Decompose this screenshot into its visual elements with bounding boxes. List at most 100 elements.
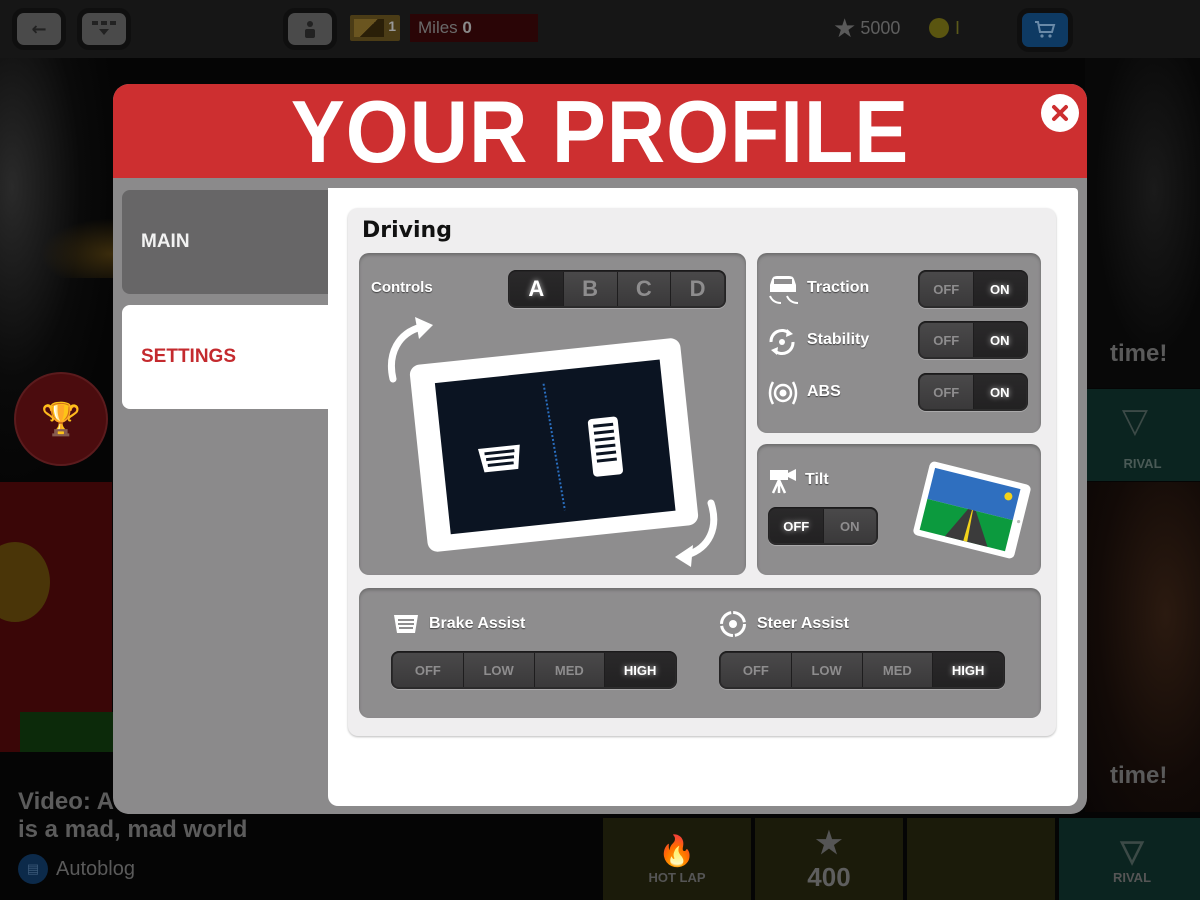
controls-panel: Controls A B C D [359, 253, 746, 575]
abs-icon [768, 381, 798, 405]
traction-off[interactable]: OFF [920, 272, 974, 306]
level-badge: 1 [350, 15, 400, 41]
rival-tile[interactable]: ▽ RIVAL [1085, 389, 1200, 481]
rival-icon: ▽ [1120, 834, 1144, 868]
modal-header: YOUR PROFILE [113, 84, 1087, 181]
brake-assist-selector: OFF LOW MED HIGH [391, 651, 677, 689]
gas-pedal-icon [587, 416, 624, 477]
close-icon [1052, 105, 1068, 121]
trophy-badge-icon: 🏆 [14, 372, 108, 466]
news-headline-line2: is a mad, mad world [18, 816, 248, 843]
menu-dropdown-icon [92, 21, 116, 35]
brake-assist-low[interactable]: LOW [463, 653, 535, 687]
miles-counter: Miles 0 [410, 14, 538, 42]
camera-tripod-icon [770, 469, 796, 494]
traction-on[interactable]: ON [973, 272, 1026, 306]
tab-main[interactable]: MAIN [122, 190, 332, 294]
profile-icon [305, 21, 315, 38]
event-time-text: time! [1110, 340, 1168, 367]
hot-lap-tile[interactable]: 🔥 HOT LAP [603, 818, 751, 900]
tilt-off[interactable]: OFF [770, 509, 824, 543]
controls-tablet-illustration [388, 317, 718, 567]
coin-icon [929, 18, 949, 38]
traction-icon [769, 276, 799, 304]
tilt-label: Tilt [805, 471, 829, 488]
background-news-card[interactable] [0, 482, 120, 752]
abs-label: ABS [807, 383, 841, 400]
coins-value: I [955, 18, 961, 38]
stars-value: 5000 [860, 18, 901, 38]
miles-label: Miles [418, 18, 458, 37]
brake-assist-med[interactable]: MED [534, 653, 606, 687]
tablet-icon [409, 338, 699, 552]
hot-lap-label: HOT LAP [648, 869, 706, 885]
game-screen: ← 1 Miles 0 ★ 5000 I 🏆 time! ▽ RIVAL tim… [0, 0, 1200, 900]
coins-counter: I [929, 14, 960, 42]
steer-assist-off[interactable]: OFF [721, 653, 792, 687]
profile-button[interactable] [288, 13, 332, 45]
rival-label: RIVAL [1123, 456, 1162, 471]
stars-counter: ★ 5000 [833, 14, 900, 42]
event-time-text-2: time! [1110, 762, 1168, 789]
stability-label: Stability [807, 331, 870, 348]
steer-assist-high[interactable]: HIGH [933, 653, 1003, 687]
brake-pedal-icon [477, 444, 520, 473]
traction-toggle: OFF ON [918, 270, 1028, 308]
tilt-tablet-illustration [913, 461, 1031, 559]
tilt-panel: Tilt OFF ON [757, 444, 1041, 575]
news-source: ▤ Autoblog [18, 854, 135, 884]
assist-toggles-panel: Traction OFF ON Stability OFF ON ABS OFF… [757, 253, 1041, 433]
back-button[interactable]: ← [17, 13, 61, 45]
steer-assist-low[interactable]: LOW [791, 653, 863, 687]
controls-option-b[interactable]: B [563, 272, 618, 306]
tilt-toggle: OFF ON [768, 507, 878, 545]
background-event-art [1085, 58, 1200, 388]
flame-icon: 🔥 [658, 834, 696, 868]
stars-tile-value: 400 [807, 861, 851, 892]
news-source-icon: ▤ [18, 854, 48, 884]
steer-assist-selector: OFF LOW MED HIGH [719, 651, 1005, 689]
event-tiles: 🔥 HOT LAP ★ 400 ▽ RIVAL [603, 818, 1200, 900]
level-number: 1 [388, 18, 396, 34]
steer-assist-label: Steer Assist [757, 615, 849, 632]
section-title: Driving [362, 218, 452, 243]
top-bar: ← 1 Miles 0 ★ 5000 I [0, 0, 1200, 58]
brake-pedal-icon [394, 615, 418, 633]
tab-main-label: MAIN [141, 231, 190, 252]
back-arrow-icon: ← [31, 18, 47, 40]
rival-tile-bottom[interactable]: ▽ RIVAL [1059, 818, 1200, 900]
abs-off[interactable]: OFF [920, 375, 974, 409]
brake-assist-off[interactable]: OFF [393, 653, 464, 687]
abs-on[interactable]: ON [973, 375, 1026, 409]
controls-option-a[interactable]: A [510, 272, 564, 306]
close-button[interactable] [1041, 94, 1079, 132]
tab-settings-label: SETTINGS [141, 346, 237, 367]
tilt-on[interactable]: ON [823, 509, 876, 543]
stability-on[interactable]: ON [973, 323, 1026, 357]
news-source-label: Autoblog [56, 857, 135, 880]
abs-toggle: OFF ON [918, 373, 1028, 411]
star-icon: ★ [833, 13, 857, 43]
cart-icon [1035, 21, 1056, 38]
star-icon: ★ [815, 826, 843, 860]
rival-icon: ▽ [1121, 401, 1149, 441]
stars-tile[interactable]: ★ 400 [755, 818, 903, 900]
profile-modal: YOUR PROFILE MAIN SETTINGS Driving Contr… [113, 84, 1087, 814]
traction-label: Traction [807, 279, 870, 296]
stability-off[interactable]: OFF [920, 323, 974, 357]
stability-toggle: OFF ON [918, 321, 1028, 359]
controls-label: Controls [371, 279, 433, 296]
steer-assist-med[interactable]: MED [862, 653, 934, 687]
empty-tile[interactable] [907, 818, 1055, 900]
tab-settings[interactable]: SETTINGS [122, 305, 332, 409]
brake-steer-assist-panel: Brake Assist OFF LOW MED HIGH Steer Assi… [359, 588, 1041, 718]
menu-dropdown-button[interactable] [82, 13, 126, 45]
brake-assist-label: Brake Assist [429, 615, 526, 632]
shop-cart-button[interactable] [1022, 13, 1068, 47]
controls-option-d[interactable]: D [671, 272, 724, 306]
controls-selector: A B C D [508, 270, 726, 308]
controls-option-c[interactable]: C [617, 272, 672, 306]
modal-title: YOUR PROFILE [290, 84, 910, 181]
brake-assist-high[interactable]: HIGH [605, 653, 675, 687]
level-flag-icon [354, 19, 384, 37]
